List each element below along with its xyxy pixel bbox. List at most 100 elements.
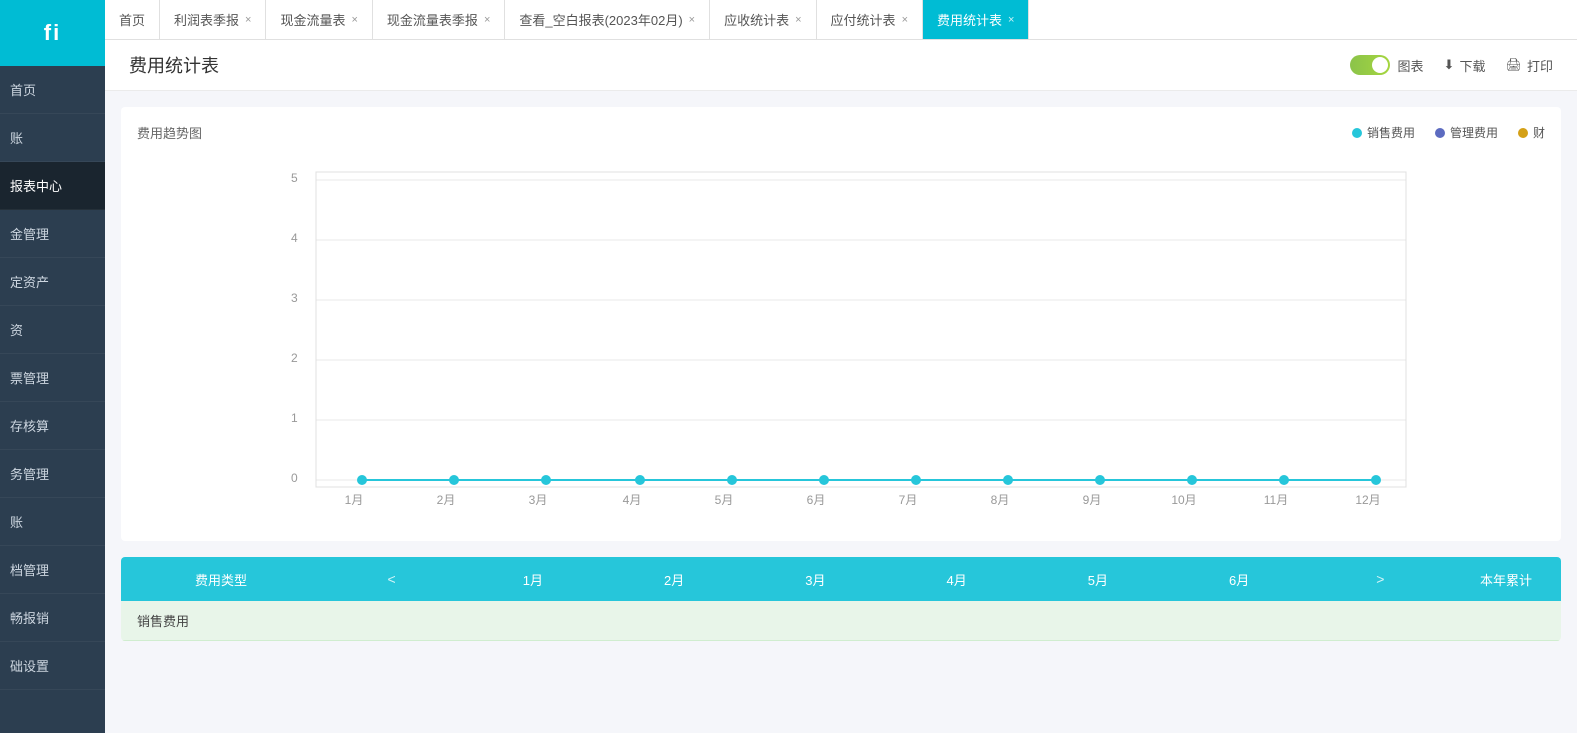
svg-text:2: 2	[291, 351, 298, 365]
th-month-3: 3月	[745, 570, 886, 589]
svg-text:1: 1	[291, 411, 298, 425]
sidebar-logo: fi	[0, 0, 105, 66]
chart-toggle-label: 图表	[1398, 56, 1424, 75]
tab-cashflow[interactable]: 现金流量表 ×	[266, 0, 372, 40]
svg-text:8月: 8月	[991, 493, 1010, 507]
legend-dot-finance	[1518, 128, 1528, 138]
tab-close-receivable[interactable]: ×	[795, 14, 801, 26]
legend-finance: 财	[1518, 124, 1545, 141]
header-actions: 图表 ⬇ 下载 🖨 打印	[1350, 55, 1553, 75]
svg-text:3月: 3月	[529, 493, 548, 507]
print-icon: 🖨	[1505, 57, 1522, 73]
td-type: 销售费用	[121, 611, 321, 630]
prev-arrow-icon[interactable]: <	[388, 571, 396, 587]
chart-header: 费用趋势图 销售费用 管理费用 财	[137, 123, 1545, 142]
table-header: 费用类型 < 1月 2月 3月 4月 5月	[121, 557, 1561, 601]
svg-text:7月: 7月	[899, 493, 918, 507]
tab-bar: 首页 利润表季报 × 现金流量表 × 现金流量表季报 × 查看_空白报表(202…	[105, 0, 1577, 40]
th-total: 本年累计	[1451, 570, 1561, 589]
svg-text:2月: 2月	[437, 493, 456, 507]
legend-admin: 管理费用	[1435, 124, 1498, 141]
svg-text:9月: 9月	[1083, 493, 1102, 507]
trend-chart: 5 4 3 2 1 0	[137, 152, 1545, 522]
sidebar-item-archive[interactable]: 档管理	[0, 546, 105, 594]
sidebar-item-business[interactable]: 务管理	[0, 450, 105, 498]
chart-dot-dec	[1371, 475, 1381, 485]
sidebar-item-assets[interactable]: 定资产	[0, 258, 105, 306]
sidebar-item-ledger[interactable]: 账	[0, 498, 105, 546]
chart-dot-apr	[635, 475, 645, 485]
download-icon: ⬇	[1444, 57, 1455, 73]
th-month-2: 2月	[604, 570, 745, 589]
tab-close-profit[interactable]: ×	[245, 14, 251, 26]
sidebar-item-reports[interactable]: 报表中心	[0, 162, 105, 210]
tab-cashflow-q[interactable]: 现金流量表季报 ×	[373, 0, 505, 40]
svg-text:3: 3	[291, 291, 298, 305]
chart-dot-nov	[1279, 475, 1289, 485]
tab-payable[interactable]: 应付统计表 ×	[817, 0, 923, 40]
sidebar-item-fund[interactable]: 资	[0, 306, 105, 354]
chart-title: 费用趋势图	[137, 123, 202, 142]
svg-text:4月: 4月	[623, 493, 642, 507]
sidebar-item-inventory[interactable]: 存核算	[0, 402, 105, 450]
th-month-4: 4月	[886, 570, 1027, 589]
tab-expense-stat[interactable]: 费用统计表 ×	[923, 0, 1029, 40]
legend-dot-sales	[1352, 128, 1362, 138]
legend-dot-admin	[1435, 128, 1445, 138]
download-button[interactable]: ⬇ 下载	[1444, 56, 1486, 75]
svg-text:12月: 12月	[1355, 493, 1380, 507]
legend-label-sales: 销售费用	[1367, 124, 1415, 141]
chart-dot-jan	[357, 475, 367, 485]
sidebar-item-expense[interactable]: 畅报销	[0, 594, 105, 642]
sidebar-item-account[interactable]: 账	[0, 114, 105, 162]
th-nav-next[interactable]: >	[1310, 571, 1451, 587]
svg-text:6月: 6月	[807, 493, 826, 507]
svg-text:0: 0	[291, 471, 298, 485]
th-month-1: 1月	[462, 570, 603, 589]
chart-dot-may	[727, 475, 737, 485]
sidebar-item-bills[interactable]: 票管理	[0, 354, 105, 402]
tab-close-payable[interactable]: ×	[902, 14, 908, 26]
chart-dot-feb	[449, 475, 459, 485]
chart-dot-aug	[1003, 475, 1013, 485]
svg-text:4: 4	[291, 231, 298, 245]
th-nav-prev[interactable]: <	[321, 571, 462, 587]
print-button[interactable]: 🖨 打印	[1505, 56, 1553, 75]
page-header: 费用统计表 图表 ⬇ 下载 🖨 打印	[105, 40, 1577, 91]
legend-label-finance: 财	[1533, 124, 1545, 141]
chart-area: 5 4 3 2 1 0	[137, 152, 1545, 525]
tab-close-cashflow-q[interactable]: ×	[484, 14, 490, 26]
sidebar-item-settings[interactable]: 础设置	[0, 642, 105, 690]
th-type: 费用类型	[121, 570, 321, 589]
tab-blank[interactable]: 查看_空白报表(2023年02月) ×	[505, 0, 710, 40]
chart-legend: 销售费用 管理费用 财	[1352, 124, 1545, 141]
tab-close-blank[interactable]: ×	[689, 14, 695, 26]
tab-home[interactable]: 首页	[105, 0, 160, 40]
table-row: 销售费用	[121, 601, 1561, 641]
tab-close-cashflow[interactable]: ×	[351, 14, 357, 26]
sidebar-item-finance[interactable]: 金管理	[0, 210, 105, 258]
svg-text:5: 5	[291, 171, 298, 185]
page-content: 费用统计表 图表 ⬇ 下载 🖨 打印 费用趋势图	[105, 40, 1577, 733]
sidebar: fi 首页 账 报表中心 金管理 定资产 资 票管理 存核算 务管理 账 档管理…	[0, 0, 105, 733]
chart-toggle-wrap: 图表	[1350, 55, 1424, 75]
next-arrow-icon[interactable]: >	[1376, 571, 1384, 587]
svg-text:5月: 5月	[715, 493, 734, 507]
sidebar-item-home[interactable]: 首页	[0, 66, 105, 114]
tab-profit[interactable]: 利润表季报 ×	[160, 0, 266, 40]
svg-text:1月: 1月	[345, 493, 364, 507]
th-month-6: 6月	[1169, 570, 1310, 589]
chart-dot-sep	[1095, 475, 1105, 485]
chart-dot-jun	[819, 475, 829, 485]
svg-text:11月: 11月	[1264, 493, 1288, 507]
chart-toggle[interactable]	[1350, 55, 1390, 75]
chart-dot-jul	[911, 475, 921, 485]
tab-close-expense-stat[interactable]: ×	[1008, 14, 1014, 26]
chart-dot-oct	[1187, 475, 1197, 485]
tab-receivable[interactable]: 应收统计表 ×	[710, 0, 816, 40]
svg-text:10月: 10月	[1171, 493, 1196, 507]
th-month-5: 5月	[1027, 570, 1168, 589]
legend-sales: 销售费用	[1352, 124, 1415, 141]
chart-dot-mar	[541, 475, 551, 485]
legend-label-admin: 管理费用	[1450, 124, 1498, 141]
